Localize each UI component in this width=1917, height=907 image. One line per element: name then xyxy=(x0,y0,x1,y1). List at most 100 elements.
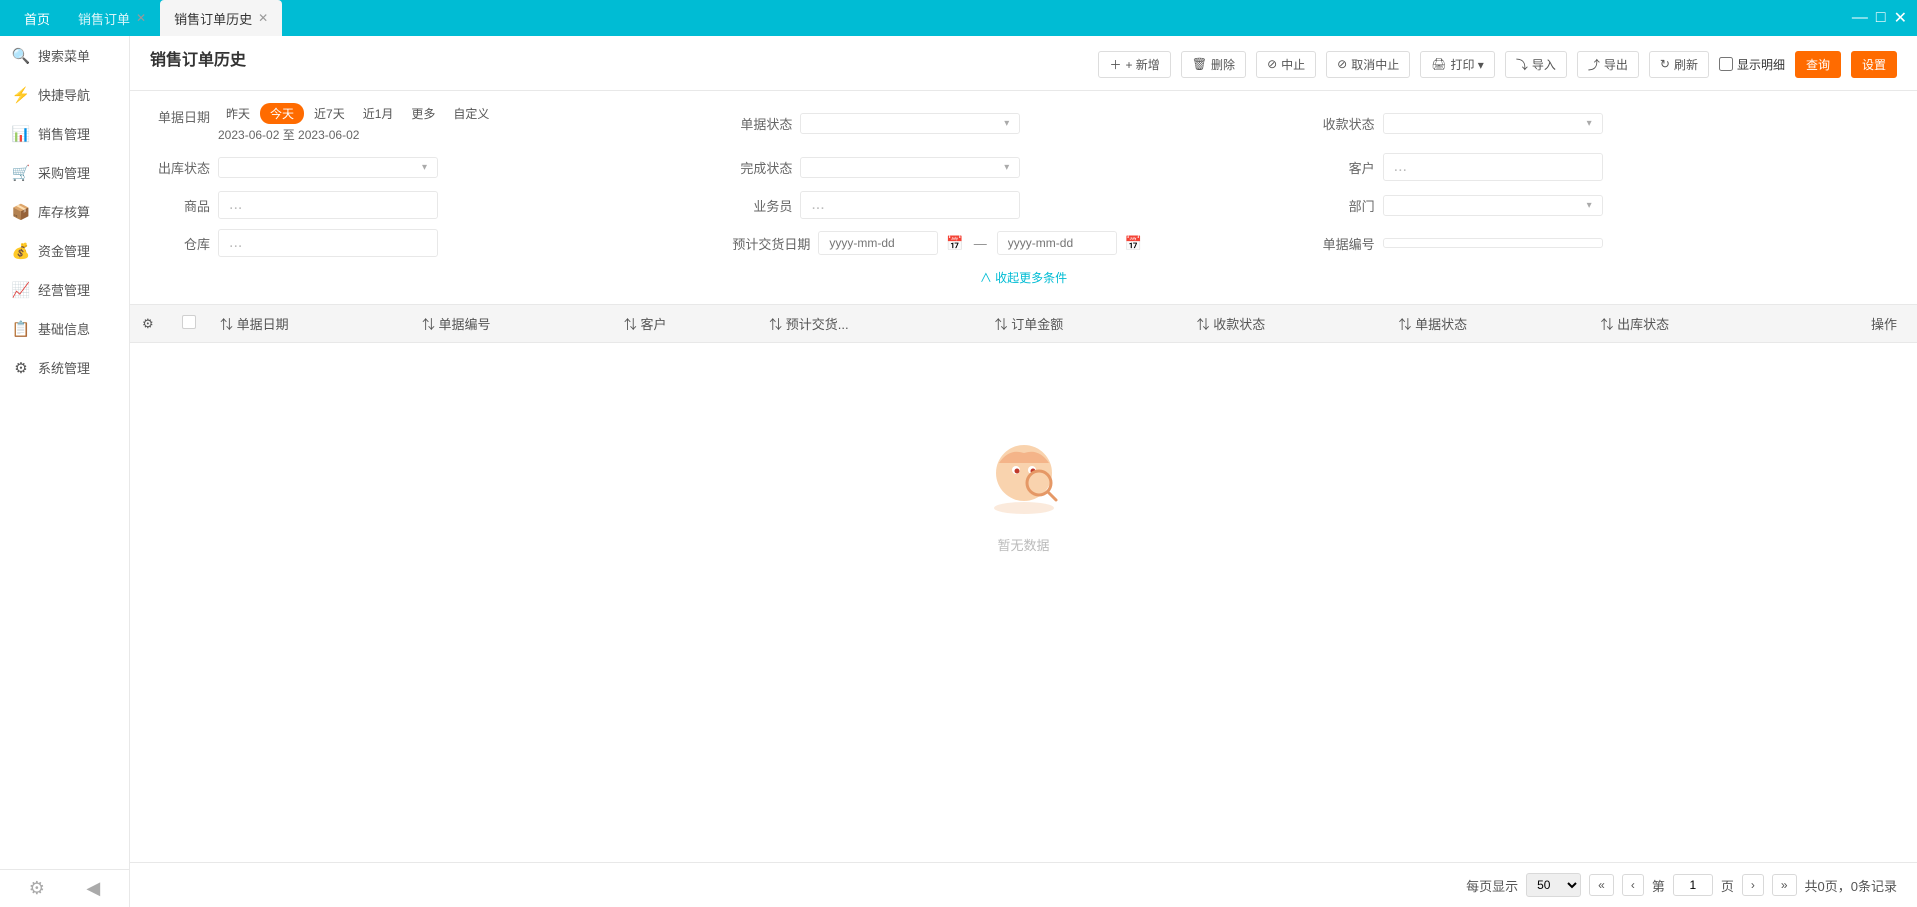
sidebar-item-inventory-label: 库存核算 xyxy=(38,202,90,221)
empty-cell: 暂无数据 xyxy=(130,343,1917,635)
th-receipt-status[interactable]: ⇅ 收款状态 xyxy=(1185,305,1387,343)
sidebar-item-quick-nav-label: 快捷导航 xyxy=(38,85,90,104)
delivery-date-range: 📅 — 📅 xyxy=(818,231,1142,255)
salesperson-input[interactable]: ... xyxy=(800,191,1020,219)
import-button[interactable]: ⤵ 导入 xyxy=(1505,51,1567,78)
total-info: 共0页，0条记录 xyxy=(1805,876,1897,895)
filter-order-no-item: 单据编号 xyxy=(1315,229,1897,257)
doc-status-select[interactable]: ▾ xyxy=(800,113,1020,134)
th-date-label: ⇅ 单据日期 xyxy=(220,317,289,332)
th-no[interactable]: ⇅ 单据编号 xyxy=(410,305,612,343)
cancel-stop-button[interactable]: ⊘ 取消中止 xyxy=(1326,51,1410,78)
sidebar-bottom: ⚙ ◀ xyxy=(0,869,129,907)
first-page-button[interactable]: « xyxy=(1589,874,1614,896)
sidebar-settings-icon[interactable]: ⚙ xyxy=(29,878,45,899)
product-dots-icon: ... xyxy=(229,196,242,214)
last-page-button[interactable]: » xyxy=(1772,874,1797,896)
sidebar-item-sales-mgmt[interactable]: 📊 销售管理 xyxy=(0,114,129,153)
calendar-to-icon[interactable]: 📅 xyxy=(1125,235,1142,252)
select-all-checkbox[interactable] xyxy=(182,315,196,329)
tab-sales-order-close[interactable]: ✕ xyxy=(136,11,146,25)
date-7days-btn[interactable]: 近7天 xyxy=(306,103,353,124)
restore-icon[interactable]: □ xyxy=(1876,9,1886,27)
page-input[interactable] xyxy=(1673,874,1713,896)
sidebar-item-capital-mgmt-label: 资金管理 xyxy=(38,241,90,260)
query-button[interactable]: 查询 xyxy=(1795,51,1841,78)
th-amount[interactable]: ⇅ 订单金额 xyxy=(983,305,1185,343)
close-icon[interactable]: ✕ xyxy=(1894,8,1907,28)
calendar-from-icon[interactable]: 📅 xyxy=(946,235,963,252)
quick-nav-icon: ⚡ xyxy=(12,86,30,104)
next-page-button[interactable]: › xyxy=(1742,874,1764,896)
tab-home-label: 首页 xyxy=(24,9,50,28)
sidebar-item-quick-nav[interactable]: ⚡ 快捷导航 xyxy=(0,75,129,114)
import-icon: ⤵ xyxy=(1516,56,1528,73)
product-input[interactable]: ... xyxy=(218,191,438,219)
filter-delivery-date-item: 预计交货日期 📅 — 📅 xyxy=(732,229,1314,257)
tab-home[interactable]: 首页 xyxy=(10,0,64,36)
date-1month-btn[interactable]: 近1月 xyxy=(355,103,402,124)
salesperson-label: 业务员 xyxy=(732,196,792,215)
sidebar-item-purchase-mgmt[interactable]: 🛒 采购管理 xyxy=(0,153,129,192)
th-doc-status[interactable]: ⇅ 单据状态 xyxy=(1387,305,1589,343)
tab-sales-order-history[interactable]: 销售订单历史 ✕ xyxy=(160,0,282,36)
th-date[interactable]: ⇅ 单据日期 xyxy=(208,305,410,343)
warehouse-dots-icon: ... xyxy=(229,234,242,252)
print-button[interactable]: 🖨 打印 ▾ xyxy=(1420,51,1495,78)
export-button[interactable]: ⤴ 导出 xyxy=(1577,51,1639,78)
sidebar-item-capital-mgmt[interactable]: 💰 资金管理 xyxy=(0,231,129,270)
th-gear[interactable]: ⚙ xyxy=(130,305,170,343)
th-customer[interactable]: ⇅ 客户 xyxy=(612,305,757,343)
delivery-date-from[interactable] xyxy=(818,231,938,255)
display-toggle-checkbox[interactable] xyxy=(1719,57,1733,71)
operation-mgmt-icon: 📈 xyxy=(12,281,30,299)
setting-button[interactable]: 设置 xyxy=(1851,51,1897,78)
sidebar-item-operation-mgmt[interactable]: 📈 经营管理 xyxy=(0,270,129,309)
order-no-input[interactable] xyxy=(1383,238,1603,248)
receipt-status-select[interactable]: ▾ xyxy=(1383,113,1603,134)
doc-status-label: 单据状态 xyxy=(732,114,792,133)
sidebar-item-search-menu-label: 搜索菜单 xyxy=(38,46,90,65)
per-page-select[interactable]: 50 10 20 100 xyxy=(1526,873,1581,897)
empty-state: 暂无数据 xyxy=(130,343,1917,634)
display-toggle-label[interactable]: 显示明细 xyxy=(1719,56,1785,73)
add-button[interactable]: ＋ + 新增 xyxy=(1098,51,1170,78)
stop-button[interactable]: ⊘ 中止 xyxy=(1256,51,1316,78)
th-outbound-status[interactable]: ⇅ 出库状态 xyxy=(1588,305,1790,343)
customer-dots-icon: ... xyxy=(1394,158,1407,176)
sidebar-item-basic-info[interactable]: 📋 基础信息 xyxy=(0,309,129,348)
date-custom-btn[interactable]: 自定义 xyxy=(445,103,497,124)
delete-button[interactable]: 🗑 删除 xyxy=(1181,51,1246,78)
sidebar-collapse-icon[interactable]: ◀ xyxy=(86,878,100,899)
collapse-bar[interactable]: ∧ 收起更多条件 xyxy=(150,263,1897,292)
date-yesterday-btn[interactable]: 昨天 xyxy=(218,103,258,124)
th-check[interactable] xyxy=(170,305,208,343)
tab-sales-order-history-close[interactable]: ✕ xyxy=(258,11,268,25)
sys-mgmt-icon: ⚙ xyxy=(12,359,30,377)
delivery-date-to[interactable] xyxy=(997,231,1117,255)
filter-product-item: 商品 ... xyxy=(150,191,732,219)
sidebar-item-sys-mgmt[interactable]: ⚙ 系统管理 xyxy=(0,348,129,387)
salesperson-dots-icon: ... xyxy=(811,196,824,214)
refresh-button[interactable]: ↻ 刷新 xyxy=(1649,51,1709,78)
delete-icon: 🗑 xyxy=(1192,57,1207,71)
tab-sales-order[interactable]: 销售订单 ✕ xyxy=(64,0,160,36)
customer-label: 客户 xyxy=(1315,158,1375,177)
customer-input[interactable]: ... xyxy=(1383,153,1603,181)
date-more-btn[interactable]: 更多 xyxy=(403,103,443,124)
sidebar-item-inventory[interactable]: 📦 库存核算 xyxy=(0,192,129,231)
warehouse-input[interactable]: ... xyxy=(218,229,438,257)
th-delivery[interactable]: ⇅ 预计交货... xyxy=(757,305,983,343)
minimize-icon[interactable]: — xyxy=(1852,9,1868,27)
complete-select[interactable]: ▾ xyxy=(800,157,1020,178)
prev-page-button[interactable]: ‹ xyxy=(1622,874,1644,896)
stop-icon: ⊘ xyxy=(1267,57,1277,71)
dept-select[interactable]: ▾ xyxy=(1383,195,1603,216)
outbound-select[interactable]: ▾ xyxy=(218,157,438,178)
sidebar-item-search-menu[interactable]: 🔍 搜索菜单 xyxy=(0,36,129,75)
inventory-icon: 📦 xyxy=(12,203,30,221)
filter-row-2: 出库状态 ▾ 完成状态 ▾ 客户 ... xyxy=(150,153,1897,181)
empty-row: 暂无数据 xyxy=(130,343,1917,635)
date-today-btn[interactable]: 今天 xyxy=(260,103,304,124)
tabs-area: 首页 销售订单 ✕ 销售订单历史 ✕ xyxy=(10,0,282,36)
